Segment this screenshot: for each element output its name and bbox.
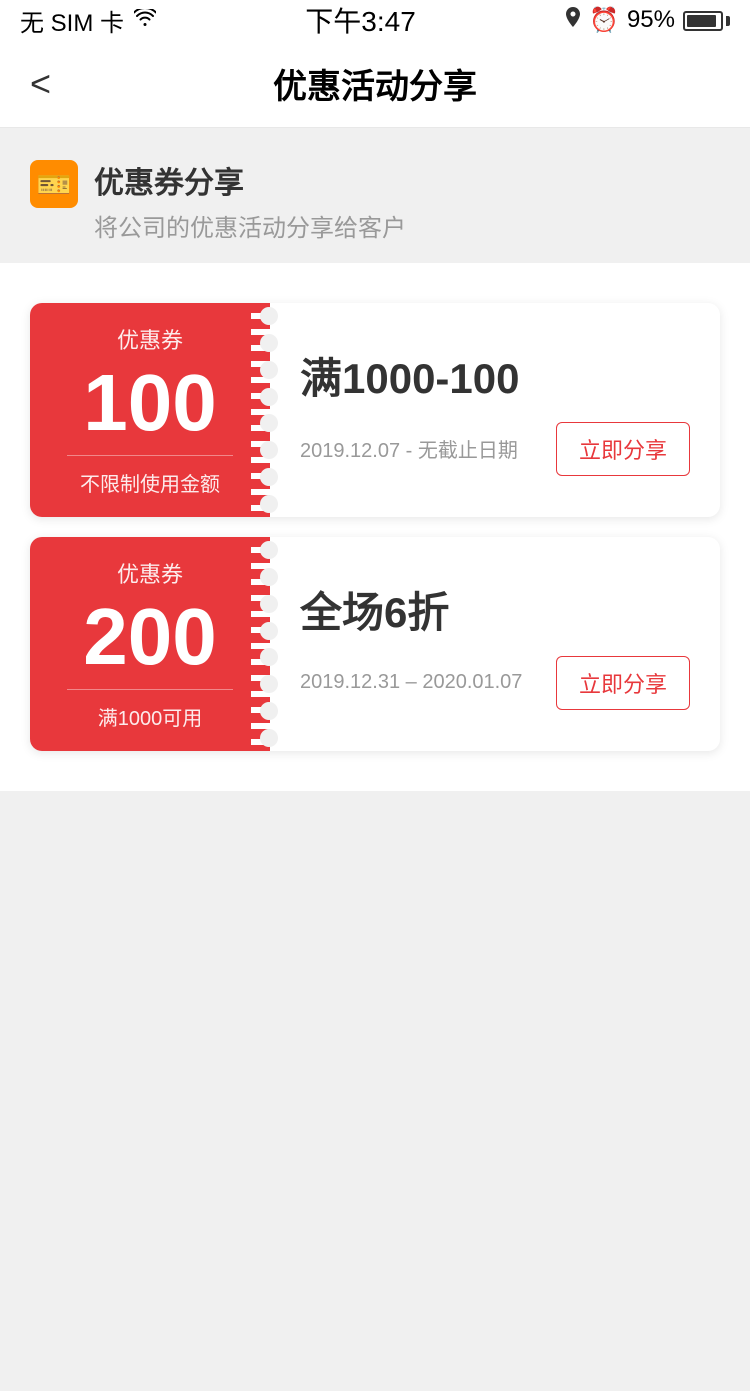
coupon-divider-line-1 [67,455,233,456]
section-subtitle: 将公司的优惠活动分享给客户 [94,208,406,243]
status-right: ⏰ 95% [565,6,730,35]
alarm-icon: ⏰ [589,6,619,35]
section-header: 🎫 优惠券分享 将公司的优惠活动分享给客户 [0,128,750,263]
section-text: 优惠券分享 将公司的优惠活动分享给客户 [94,158,406,243]
battery-percent: 95% [627,6,675,34]
coupon-date-1: 2019.12.07 - 无截止日期 [300,434,540,463]
coupon-title-1: 满1000-100 [300,345,690,406]
time-display: 下午3:47 [305,0,416,40]
section-title: 优惠券分享 [94,158,406,202]
coupon-amount-1: 100 [83,363,216,443]
wifi-icon [134,6,156,34]
battery-icon [683,6,730,34]
coupon-meta-1: 2019.12.07 - 无截止日期 立即分享 [300,422,690,476]
coupon-divider-line-2 [67,689,233,690]
coupon-meta-2: 2019.12.31 – 2020.01.07 立即分享 [300,656,690,710]
coupon-card-2: 优惠券 200 满1000可用 全场6折 2019.12.31 – 2020.0… [30,537,720,751]
status-left: 无 SIM 卡 [20,3,156,38]
bottom-empty-area [0,791,750,1391]
coupon-right-2: 全场6折 2019.12.31 – 2020.01.07 立即分享 [270,537,720,751]
share-button-2[interactable]: 立即分享 [556,656,690,710]
coupon-condition-2: 满1000可用 [98,702,203,731]
coupon-card-1: 优惠券 100 不限制使用金额 满1000-100 2019.12.07 - 无… [30,303,720,517]
coupon-title-2: 全场6折 [300,579,690,640]
coupon-label-2: 优惠券 [117,557,183,589]
coupon-left-2: 优惠券 200 满1000可用 [30,537,270,751]
carrier-text: 无 SIM 卡 [20,3,124,38]
coupon-right-1: 满1000-100 2019.12.07 - 无截止日期 立即分享 [270,303,720,517]
coupon-left-1: 优惠券 100 不限制使用金额 [30,303,270,517]
share-button-1[interactable]: 立即分享 [556,422,690,476]
back-button[interactable]: < [30,63,51,105]
coupon-list: 优惠券 100 不限制使用金额 满1000-100 2019.12.07 - 无… [0,263,750,791]
coupon-zigzag-2 [260,537,280,751]
coupon-label-1: 优惠券 [117,323,183,355]
coupon-zigzag-1 [260,303,280,517]
coupon-date-2: 2019.12.31 – 2020.01.07 [300,671,540,694]
nav-bar: < 优惠活动分享 [0,40,750,128]
coupon-condition-1: 不限制使用金额 [80,468,220,497]
section-icon: 🎫 [30,160,78,208]
status-bar: 无 SIM 卡 下午3:47 ⏰ 95% [0,0,750,40]
coupon-amount-2: 200 [83,597,216,677]
page-title: 优惠活动分享 [273,59,477,108]
location-icon [565,6,581,34]
